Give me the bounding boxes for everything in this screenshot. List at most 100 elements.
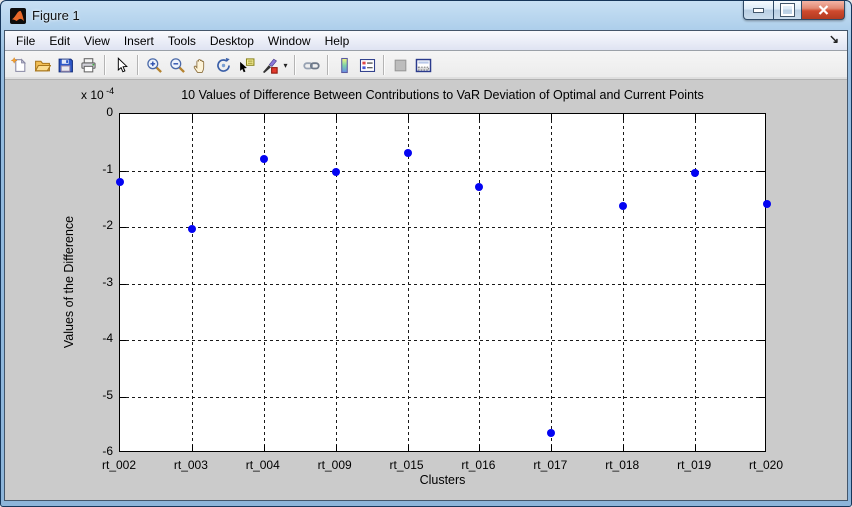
edit-plot-button[interactable] <box>110 54 133 77</box>
new-figure-icon <box>11 56 27 72</box>
x-tick-label: rt_015 <box>389 458 424 472</box>
y-tick-label: -5 <box>102 387 113 402</box>
brush-dropdown-caret[interactable]: ▾ <box>281 61 290 70</box>
toolbar-separator <box>104 55 106 75</box>
y-tick-mark <box>759 170 765 172</box>
menu-item-tools[interactable]: Tools <box>161 33 203 49</box>
menu-item-edit[interactable]: Edit <box>42 33 77 49</box>
x-tick-mark <box>479 114 481 120</box>
show-plot-tools-dock-icon <box>415 58 432 72</box>
data-cursor-button[interactable] <box>235 54 258 77</box>
y-gridline <box>120 283 765 285</box>
rotate-3d-button[interactable] <box>212 54 235 77</box>
zoom-out-icon <box>170 57 185 73</box>
zoom-in-icon <box>147 57 162 73</box>
insert-legend-button[interactable] <box>356 54 379 77</box>
menu-item-window[interactable]: Window <box>261 33 318 49</box>
data-point <box>116 178 124 187</box>
zoom-out-button[interactable] <box>166 54 189 77</box>
y-tick-label: 0 <box>106 105 113 119</box>
title-bar[interactable]: Figure 1 <box>4 1 848 30</box>
data-cursor-icon <box>240 57 255 72</box>
x-tick-label: rt_019 <box>677 458 712 472</box>
brush-data-icon <box>262 58 278 74</box>
menu-item-help[interactable]: Help <box>318 33 357 49</box>
window-controls <box>743 1 845 20</box>
data-point <box>403 148 412 157</box>
close-button[interactable] <box>802 1 845 20</box>
x-tick-label: rt_009 <box>317 458 352 472</box>
y-tick-mark <box>759 227 765 228</box>
hide-plot-tools-icon <box>394 59 407 71</box>
open-file-button[interactable] <box>31 54 54 77</box>
x-tick-label: rt_020 <box>748 458 784 472</box>
maximize-icon <box>780 3 795 17</box>
brush-data-button[interactable] <box>258 54 281 77</box>
menu-item-view[interactable]: View <box>77 33 117 49</box>
client-area: File Edit View Insert Tools Desktop Window Help… <box>4 30 848 501</box>
x-tick-mark <box>263 114 265 120</box>
y-tick-mark <box>120 283 126 285</box>
x-tick-mark <box>551 445 553 451</box>
y-axis-multiplier: x 10 -4 <box>81 86 115 102</box>
minimize-button[interactable] <box>743 1 774 20</box>
menu-item-desktop[interactable]: Desktop <box>203 33 261 49</box>
x-tick-label: rt_003 <box>173 458 208 472</box>
x-tick-mark <box>407 445 409 451</box>
x-tick-mark <box>479 445 481 451</box>
data-point <box>187 224 196 233</box>
insert-colorbar-button[interactable] <box>333 54 356 77</box>
x-gridline <box>263 114 265 451</box>
window-title: Figure 1 <box>32 8 80 23</box>
zoom-in-button[interactable] <box>143 54 166 77</box>
close-icon <box>818 5 828 15</box>
link-plot-button[interactable] <box>300 54 323 77</box>
x-tick-mark <box>335 445 337 451</box>
x-tick-mark <box>623 445 625 451</box>
toolbar-separator <box>383 55 385 75</box>
menu-item-insert[interactable]: Insert <box>117 33 161 49</box>
link-plot-icon <box>303 61 320 69</box>
plot-area[interactable] <box>116 113 771 452</box>
y-tick-mark <box>120 170 126 172</box>
dock-figure-arrow-icon[interactable]: ↘ <box>829 32 839 46</box>
hide-plot-tools-button[interactable] <box>389 54 412 77</box>
menu-item-file[interactable]: File <box>9 33 42 49</box>
chart-title: 10 Values of Difference Between Contribu… <box>181 88 704 102</box>
x-tick-mark <box>407 114 409 120</box>
y-tick-mark <box>120 340 126 341</box>
x-tick-mark <box>695 445 697 451</box>
y-tick-label: -1 <box>102 161 113 176</box>
menu-bar: File Edit View Insert Tools Desktop Window Help… <box>5 31 847 51</box>
toolbar-separator <box>327 55 329 75</box>
x-gridline <box>335 114 337 451</box>
x-gridline <box>479 114 481 451</box>
save-figure-button[interactable] <box>54 54 77 77</box>
show-plot-tools-dock-button[interactable] <box>412 54 435 77</box>
y-tick-mark <box>759 283 765 285</box>
data-point <box>259 154 268 163</box>
x-tick-mark <box>623 114 625 120</box>
toolbar-separator <box>294 55 296 75</box>
data-point <box>691 168 700 177</box>
maximize-button[interactable] <box>774 1 802 20</box>
figure-window: Figure 1 File Edit View Insert Tools Desktop W… <box>0 0 852 507</box>
data-point <box>619 202 628 211</box>
y-tick-mark <box>759 396 765 398</box>
x-tick-label: rt_016 <box>461 458 496 472</box>
y-gridline <box>120 396 765 398</box>
x-gridline <box>191 114 193 451</box>
print-figure-button[interactable] <box>77 54 100 77</box>
y-gridline <box>120 227 765 228</box>
data-point <box>547 428 556 437</box>
figure-toolbar: ▾ <box>5 51 847 80</box>
edit-plot-icon <box>117 56 128 72</box>
x-tick-label: rt_004 <box>245 458 280 472</box>
new-figure-button[interactable] <box>8 54 31 77</box>
pan-button[interactable] <box>189 54 212 77</box>
rotate-3d-icon <box>217 57 230 72</box>
insert-legend-icon <box>359 58 376 72</box>
pan-icon <box>193 58 205 73</box>
open-file-icon <box>34 60 51 71</box>
y-gridline <box>120 340 765 341</box>
